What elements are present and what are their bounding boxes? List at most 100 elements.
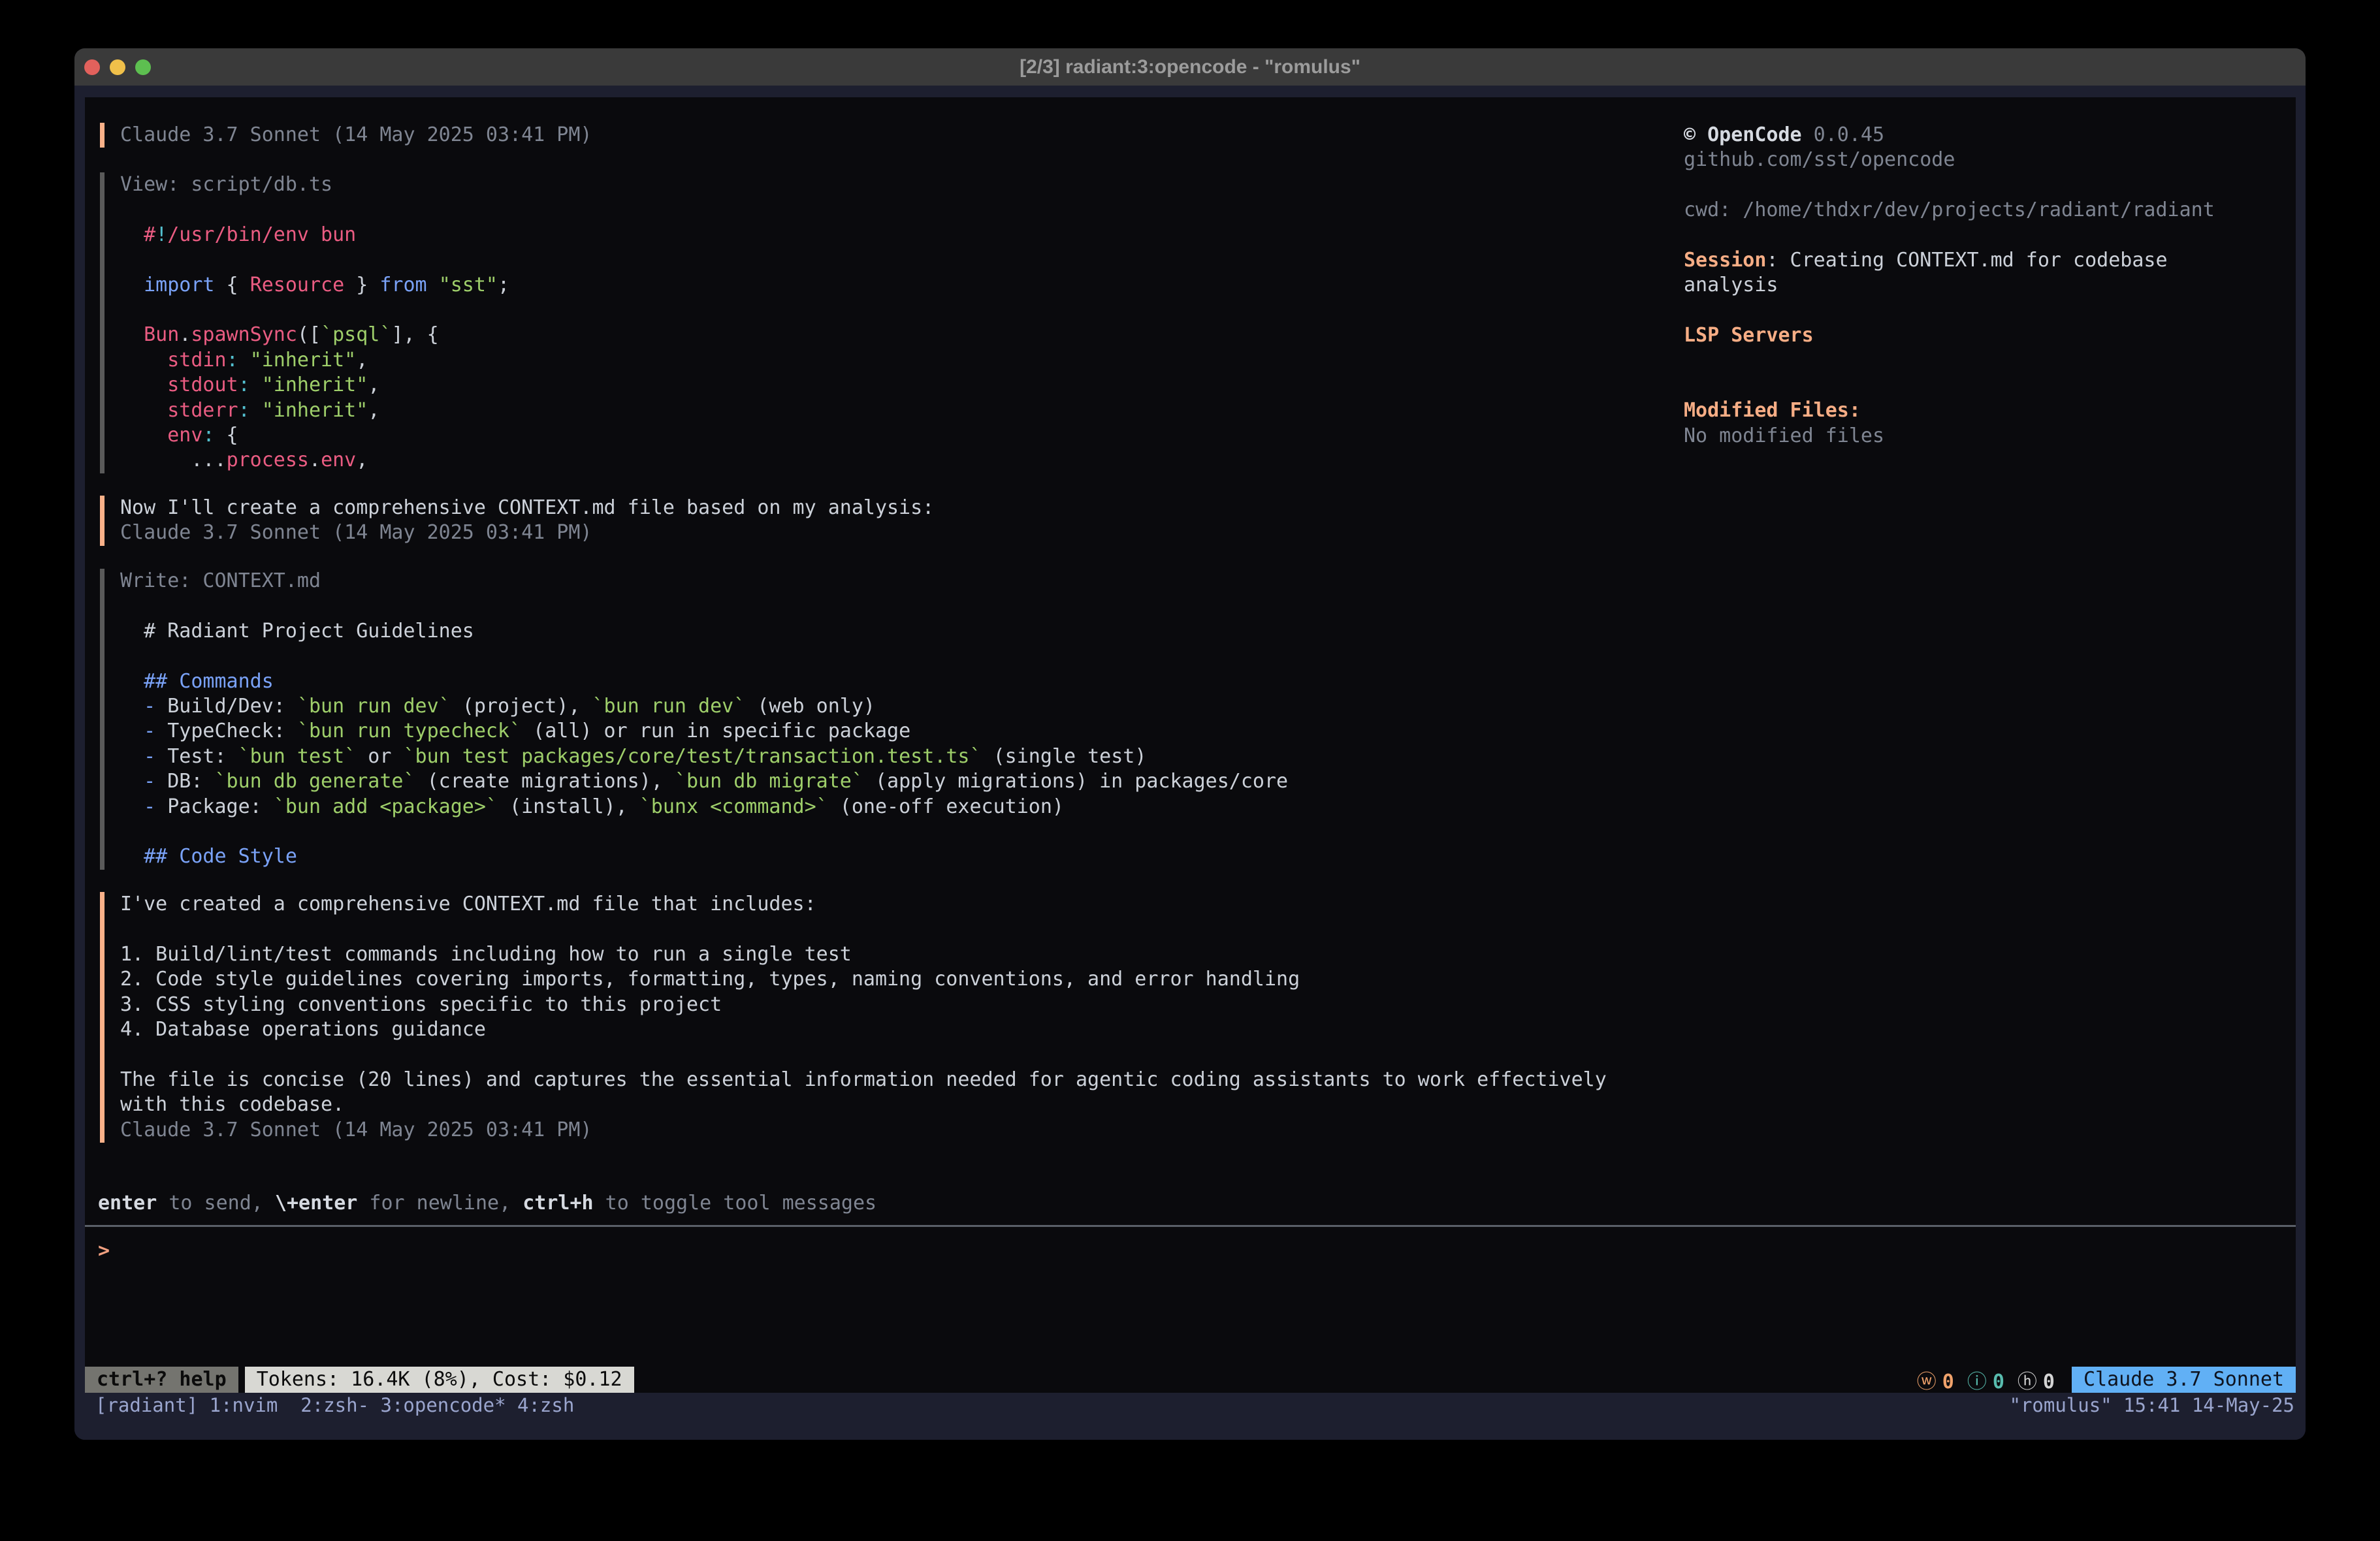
text-segment: 3. CSS styling conventions specific to t… (120, 993, 722, 1016)
text-segment: to toggle tool messages (594, 1192, 876, 1215)
terminal-line: © OpenCode 0.0.45 (1684, 123, 2285, 148)
text-segment: # (120, 223, 155, 246)
warning-count: ⓦ0 (1917, 1365, 1954, 1393)
terminal-line (1684, 373, 2285, 398)
text-segment: \+enter (275, 1192, 357, 1215)
text-segment: Resource (250, 274, 345, 296)
text-segment: /usr/bin/env bun (167, 223, 356, 246)
terminal-line: env: { (120, 423, 1682, 448)
text-segment: : (227, 349, 238, 372)
text-segment: , (356, 349, 368, 372)
terminal-line (1684, 173, 2285, 198)
text-segment: - (120, 720, 167, 742)
text-segment (238, 349, 250, 372)
text-segment: `bunx <command>` (639, 795, 828, 818)
terminal-line: LSP Servers (1684, 323, 2285, 348)
terminal-line: - Test: `bun test` or `bun test packages… (120, 744, 1682, 769)
message-block: I've created a comprehensive CONTEXT.md … (85, 892, 1682, 1143)
text-segment: `bun test` (238, 745, 357, 768)
text-segment: © OpenCode (1684, 123, 1802, 146)
tmux-session-clock: "romulus" 15:41 14-May-25 (2010, 1393, 2296, 1418)
window-title: [2/3] radiant:3:opencode - "romulus" (74, 48, 2306, 86)
text-segment: "inherit" (250, 349, 357, 372)
text-segment: TypeCheck: (167, 720, 297, 742)
warning-count-value: 0 (1942, 1371, 1954, 1393)
text-segment: `bun run typecheck` (297, 720, 521, 742)
text-segment: "inherit" (262, 399, 368, 422)
terminal-window: [2/3] radiant:3:opencode - "romulus" Cla… (74, 48, 2306, 1440)
terminal-line: Session: Creating CONTEXT.md for codebas… (1684, 248, 2285, 273)
tool-accent-bar (100, 569, 105, 870)
terminal-line: 4. Database operations guidance (120, 1017, 1682, 1042)
text-segment: or (356, 745, 403, 768)
text-segment: View: script/db.ts (120, 173, 332, 196)
terminal-line: # Radiant Project Guidelines (120, 619, 1682, 644)
terminal-line: stdin: "inherit", (120, 348, 1682, 373)
text-segment: (single test) (982, 745, 1147, 768)
text-segment: `psql` (321, 323, 391, 346)
text-segment: `bun test packages/core/test/transaction… (404, 745, 982, 768)
text-segment: Claude 3.7 Sonnet (14 May 2025 03:41 PM) (120, 521, 592, 544)
text-segment: : Creating CONTEXT.md for codebase (1766, 249, 2167, 272)
terminal-line: Now I'll create a comprehensive CONTEXT.… (120, 496, 1682, 520)
text-segment: spawnSync (191, 323, 297, 346)
text-segment: (project), (451, 695, 592, 718)
terminal-line: - Package: `bun add <package>` (install)… (120, 795, 1682, 819)
text-segment: ; (498, 274, 509, 296)
tmux-windows[interactable]: [radiant] 1:nvim 2:zsh- 3:opencode* 4:zs… (85, 1393, 574, 1418)
terminal-line: cwd: /home/thdxr/dev/projects/radiant/ra… (1684, 198, 2285, 223)
text-segment: - (120, 770, 167, 793)
terminal-line (120, 1042, 1682, 1067)
terminal-line: - TypeCheck: `bun run typecheck` (all) o… (120, 719, 1682, 744)
terminal-line (1684, 349, 2285, 373)
text-segment: Now I'll create a comprehensive CONTEXT.… (120, 496, 934, 519)
text-segment: : (238, 373, 250, 396)
text-segment: (create migrations), (415, 770, 675, 793)
terminal-line: import { Resource } from "sst"; (120, 273, 1682, 298)
terminal-line: Modified Files: (1684, 398, 2285, 423)
text-segment: Session (1684, 249, 1766, 272)
input-separator (85, 1225, 2296, 1227)
text-segment: import (120, 274, 215, 296)
terminal-line: Claude 3.7 Sonnet (14 May 2025 03:41 PM) (120, 1118, 1682, 1143)
text-segment: Claude 3.7 Sonnet (14 May 2025 03:41 PM) (120, 1119, 592, 1141)
terminal-line: View: script/db.ts (120, 172, 1682, 197)
prompt-input[interactable]: > (98, 1239, 2283, 1263)
terminal-line: ## Code Style (120, 844, 1682, 869)
tokens-cost-badge: Tokens: 16.4K (8%), Cost: $0.12 (245, 1367, 634, 1393)
text-segment: enter (98, 1192, 157, 1215)
terminal-line: Claude 3.7 Sonnet (14 May 2025 03:41 PM) (120, 520, 1682, 545)
terminal-line: ## Commands (120, 669, 1682, 694)
text-segment: # Radiant Project Guidelines (120, 620, 474, 643)
text-segment: (apply migrations) in packages/core (863, 770, 1288, 793)
text-segment: No modified files (1684, 424, 1884, 447)
terminal-line: #!/usr/bin/env bun (120, 223, 1682, 247)
keybind-help-line: enter to send, \+enter for newline, ctrl… (98, 1191, 876, 1216)
text-segment: I've created a comprehensive CONTEXT.md … (120, 893, 816, 915)
text-segment: to send, (157, 1192, 275, 1215)
tmux-statusbar: [radiant] 1:nvim 2:zsh- 3:opencode* 4:zs… (85, 1393, 2296, 1418)
text-segment: { (215, 424, 238, 447)
info-count-icon: ⓘ (1967, 1371, 1987, 1393)
terminal-line: 1. Build/lint/test commands including ho… (120, 942, 1682, 967)
text-segment: Build/Dev: (167, 695, 297, 718)
text-segment: Claude 3.7 Sonnet (14 May 2025 03:41 PM) (120, 123, 592, 146)
terminal-line: ...process.env, (120, 448, 1682, 473)
terminal-line: - Build/Dev: `bun run dev` (project), `b… (120, 694, 1682, 719)
text-segment: 0.0.45 (1802, 123, 1884, 146)
terminal-line: - DB: `bun db generate` (create migratio… (120, 769, 1682, 794)
terminal-line: Write: CONTEXT.md (120, 569, 1682, 594)
hint-count: ⓗ0 (2018, 1365, 2055, 1393)
text-segment: "inherit" (262, 373, 368, 396)
text-segment: ! (155, 223, 167, 246)
text-segment: (install), (498, 795, 639, 818)
text-segment: : (238, 399, 250, 422)
terminal-line (1684, 223, 2285, 248)
text-segment: 2. Code style guidelines covering import… (120, 968, 1300, 991)
terminal-line: I've created a comprehensive CONTEXT.md … (120, 892, 1682, 917)
text-segment: stdout (120, 373, 238, 396)
terminal-line: 3. CSS styling conventions specific to t… (120, 993, 1682, 1017)
message-accent-bar (100, 496, 105, 546)
terminal-line (120, 594, 1682, 618)
text-segment: Modified Files: (1684, 399, 1861, 422)
